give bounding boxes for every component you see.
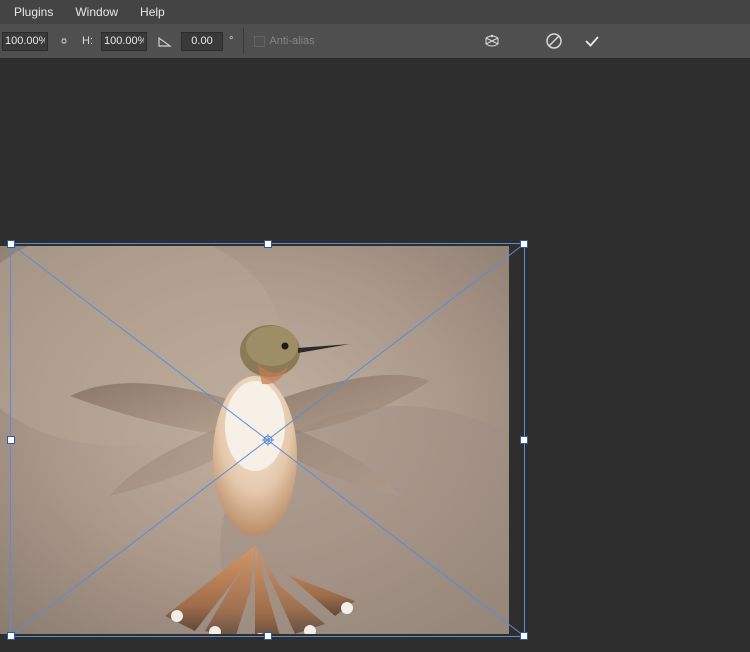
workspace bbox=[0, 59, 750, 652]
document-canvas[interactable] bbox=[0, 246, 509, 634]
transform-handle-top-left[interactable] bbox=[7, 240, 15, 248]
cancel-transform-icon[interactable] bbox=[542, 29, 566, 53]
width-input[interactable] bbox=[2, 32, 48, 51]
transform-handle-middle-right[interactable] bbox=[520, 436, 528, 444]
menu-help[interactable]: Help bbox=[130, 3, 175, 21]
link-aspect-icon[interactable] bbox=[54, 31, 74, 51]
degree-symbol: ° bbox=[229, 35, 233, 47]
commit-transform-icon[interactable] bbox=[580, 29, 604, 53]
warp-mode-icon[interactable] bbox=[480, 29, 504, 53]
transform-handle-bottom-left[interactable] bbox=[7, 632, 15, 640]
transform-handle-top-middle[interactable] bbox=[264, 240, 272, 248]
separator bbox=[243, 28, 244, 54]
anti-alias-label: Anti-alias bbox=[269, 35, 314, 47]
rotate-angle-icon bbox=[155, 31, 175, 51]
anti-alias-checkbox[interactable] bbox=[254, 36, 265, 47]
transform-handle-bottom-right[interactable] bbox=[520, 632, 528, 640]
transform-center-reference-icon[interactable] bbox=[262, 434, 274, 446]
menu-window[interactable]: Window bbox=[65, 3, 128, 21]
height-label: H: bbox=[80, 35, 95, 47]
rotation-input[interactable] bbox=[181, 32, 223, 51]
transform-handle-top-right[interactable] bbox=[520, 240, 528, 248]
transform-handle-bottom-middle[interactable] bbox=[264, 632, 272, 640]
menu-plugins[interactable]: Plugins bbox=[4, 3, 63, 21]
options-bar: H: ° Anti-alias bbox=[0, 24, 750, 59]
anti-alias-option: Anti-alias bbox=[254, 35, 314, 47]
transform-handle-middle-left[interactable] bbox=[7, 436, 15, 444]
menu-bar: Plugins Window Help bbox=[0, 0, 750, 24]
height-input[interactable] bbox=[101, 32, 147, 51]
